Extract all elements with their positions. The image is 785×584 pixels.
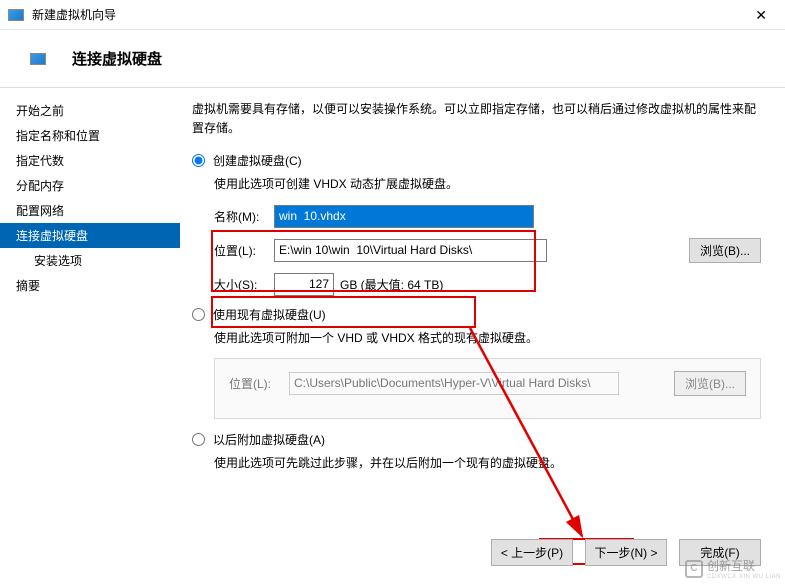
existing-location-label: 位置(L): — [229, 375, 289, 392]
size-unit: GB (最大值: 64 TB) — [340, 276, 443, 293]
option-existing-row: 使用现有虚拟硬盘(U) — [192, 306, 761, 323]
option-later-desc: 使用此选项可先跳过此步骤，并在以后附加一个现有的虚拟硬盘。 — [214, 454, 761, 473]
option-create-row: 创建虚拟硬盘(C) — [192, 152, 761, 169]
sidebar-item-generation[interactable]: 指定代数 — [0, 148, 180, 173]
name-label: 名称(M): — [214, 208, 274, 225]
browse-button[interactable]: 浏览(B)... — [689, 238, 761, 263]
window-title: 新建虚拟机向导 — [32, 6, 745, 23]
sidebar-item-summary[interactable]: 摘要 — [0, 273, 180, 298]
sidebar-item-before-begin[interactable]: 开始之前 — [0, 98, 180, 123]
radio-attach-later[interactable] — [192, 433, 205, 446]
location-input[interactable] — [274, 239, 547, 262]
watermark: C 创新互联 CDXWCX.XIN WU LIAN — [685, 557, 781, 580]
sidebar-item-network[interactable]: 配置网络 — [0, 198, 180, 223]
sidebar-item-install-options[interactable]: 安装选项 — [0, 248, 180, 273]
watermark-text: 创新互联 — [707, 557, 781, 574]
description-text: 虚拟机需要具有存储，以便可以安装操作系统。可以立即指定存储，也可以稍后通过修改虚… — [192, 100, 761, 138]
radio-create-disk[interactable] — [192, 154, 205, 167]
sidebar-item-name-location[interactable]: 指定名称和位置 — [0, 123, 180, 148]
option-create-desc: 使用此选项可创建 VHDX 动态扩展虚拟硬盘。 — [214, 175, 761, 194]
app-icon — [8, 9, 24, 21]
radio-existing-disk[interactable] — [192, 308, 205, 321]
wizard-body: 开始之前 指定名称和位置 指定代数 分配内存 配置网络 连接虚拟硬盘 安装选项 … — [0, 92, 785, 542]
size-label: 大小(S): — [214, 276, 274, 293]
radio-later-label: 以后附加虚拟硬盘(A) — [213, 431, 325, 448]
header-icon — [30, 53, 46, 65]
existing-location-input — [289, 372, 619, 395]
existing-groupbox: 位置(L): 浏览(B)... — [214, 358, 761, 419]
radio-existing-label: 使用现有虚拟硬盘(U) — [213, 306, 326, 323]
sidebar-item-memory[interactable]: 分配内存 — [0, 173, 180, 198]
radio-create-label: 创建虚拟硬盘(C) — [213, 152, 302, 169]
wizard-header: 连接虚拟硬盘 — [0, 30, 785, 87]
close-icon[interactable]: ✕ — [745, 2, 777, 28]
sidebar-item-virtual-disk[interactable]: 连接虚拟硬盘 — [0, 223, 180, 248]
next-button[interactable]: 下一步(N) > — [585, 539, 667, 566]
prev-button[interactable]: < 上一步(P) — [491, 539, 573, 566]
size-input[interactable] — [274, 273, 334, 296]
titlebar: 新建虚拟机向导 ✕ — [0, 0, 785, 30]
watermark-sub: CDXWCX.XIN WU LIAN — [707, 574, 781, 580]
existing-browse-button: 浏览(B)... — [674, 371, 746, 396]
option-existing-desc: 使用此选项可附加一个 VHD 或 VHDX 格式的现有虚拟硬盘。 — [214, 329, 761, 348]
create-fields: 名称(M): 位置(L): 浏览(B)... 大小(S): GB (最大值: 6… — [214, 205, 761, 296]
page-title: 连接虚拟硬盘 — [72, 48, 162, 69]
name-input[interactable] — [274, 205, 534, 228]
divider — [0, 87, 785, 88]
watermark-logo-icon: C — [685, 560, 703, 578]
location-label: 位置(L): — [214, 242, 274, 259]
main-panel: 虚拟机需要具有存储，以便可以安装操作系统。可以立即指定存储，也可以稍后通过修改虚… — [180, 92, 785, 542]
sidebar: 开始之前 指定名称和位置 指定代数 分配内存 配置网络 连接虚拟硬盘 安装选项 … — [0, 92, 180, 542]
option-later-row: 以后附加虚拟硬盘(A) — [192, 431, 761, 448]
